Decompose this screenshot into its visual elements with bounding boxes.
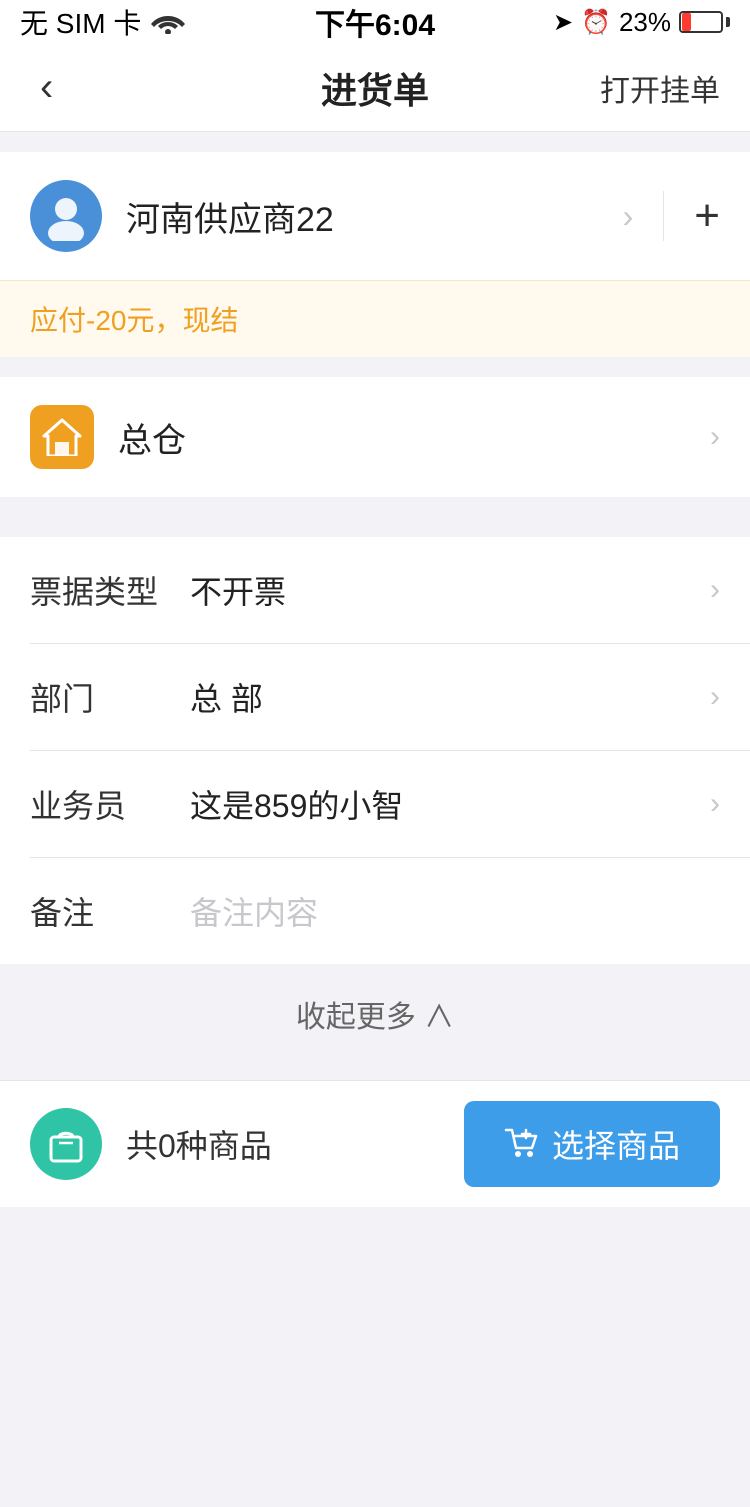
page-title: 进货单 <box>321 62 429 114</box>
open-pending-button[interactable]: 打开挂单 <box>600 66 720 110</box>
supplier-name: 河南供应商22 <box>126 192 623 241</box>
warehouse-section: 总仓 › <box>0 377 750 497</box>
shopping-bag-icon <box>45 1123 87 1165</box>
warehouse-chevron-icon: › <box>710 420 720 454</box>
warehouse-row[interactable]: 总仓 › <box>0 377 750 497</box>
status-left: 无 SIM 卡 <box>20 2 185 42</box>
invoice-type-value: 不开票 <box>190 567 710 613</box>
wifi-icon <box>151 10 185 34</box>
department-label: 部门 <box>30 674 190 720</box>
carrier-label: 无 SIM 卡 <box>20 2 141 42</box>
product-icon <box>30 1108 102 1180</box>
bottom-bar: 共0种商品 选择商品 <box>0 1080 750 1207</box>
status-right: ➤ ⏰ 23% <box>553 7 730 38</box>
supplier-divider <box>663 191 664 241</box>
section-gap-2 <box>0 357 750 377</box>
supplier-avatar <box>30 180 102 252</box>
section-gap-3 <box>0 497 750 517</box>
department-chevron-icon: › <box>710 680 720 714</box>
collapse-row[interactable]: 收起更多 ∧ <box>0 964 750 1064</box>
warehouse-icon <box>30 405 94 469</box>
salesperson-row[interactable]: 业务员 这是859的小智 › <box>0 751 750 857</box>
house-icon <box>42 418 82 456</box>
salesperson-chevron-icon: › <box>710 787 720 821</box>
status-time: 下午6:04 <box>315 0 435 44</box>
salesperson-label: 业务员 <box>30 781 190 827</box>
invoice-type-row[interactable]: 票据类型 不开票 › <box>0 537 750 643</box>
page-background <box>0 1207 750 1507</box>
back-button[interactable]: ‹ <box>30 55 63 120</box>
battery-indicator <box>679 11 730 33</box>
collapse-label: 收起更多 ∧ <box>296 992 454 1036</box>
remark-value[interactable]: 备注内容 <box>190 888 720 934</box>
department-row[interactable]: 部门 总 部 › <box>0 644 750 750</box>
select-product-label: 选择商品 <box>552 1121 680 1167</box>
warehouse-label: 总仓 <box>118 413 710 462</box>
notice-bar: 应付-20元，现结 <box>0 280 750 357</box>
section-gap-1 <box>0 132 750 152</box>
select-product-button[interactable]: 选择商品 <box>464 1101 720 1187</box>
person-icon <box>41 191 91 241</box>
battery-percent: 23% <box>619 7 671 38</box>
remark-row[interactable]: 备注 备注内容 <box>0 858 750 964</box>
notice-text: 应付-20元，现结 <box>30 305 238 336</box>
supplier-row[interactable]: 河南供应商22 › + <box>0 152 750 280</box>
cart-icon <box>504 1126 540 1162</box>
product-count-label: 共0种商品 <box>126 1121 464 1167</box>
department-value: 总 部 <box>190 674 710 720</box>
add-supplier-button[interactable]: + <box>694 191 720 241</box>
invoice-type-label: 票据类型 <box>30 567 190 613</box>
alarm-icon: ⏰ <box>581 8 611 37</box>
nav-bar: ‹ 进货单 打开挂单 <box>0 44 750 132</box>
remark-label: 备注 <box>30 888 190 934</box>
status-bar: 无 SIM 卡 下午6:04 ➤ ⏰ 23% <box>0 0 750 44</box>
location-icon: ➤ <box>553 8 573 37</box>
section-gap-4 <box>0 1064 750 1080</box>
supplier-chevron-icon: › <box>623 198 634 235</box>
supplier-section: 河南供应商22 › + 应付-20元，现结 <box>0 152 750 357</box>
salesperson-value: 这是859的小智 <box>190 781 710 827</box>
invoice-type-chevron-icon: › <box>710 573 720 607</box>
form-section: 票据类型 不开票 › 部门 总 部 › 业务员 这是859的小智 › 备注 备注… <box>0 537 750 964</box>
